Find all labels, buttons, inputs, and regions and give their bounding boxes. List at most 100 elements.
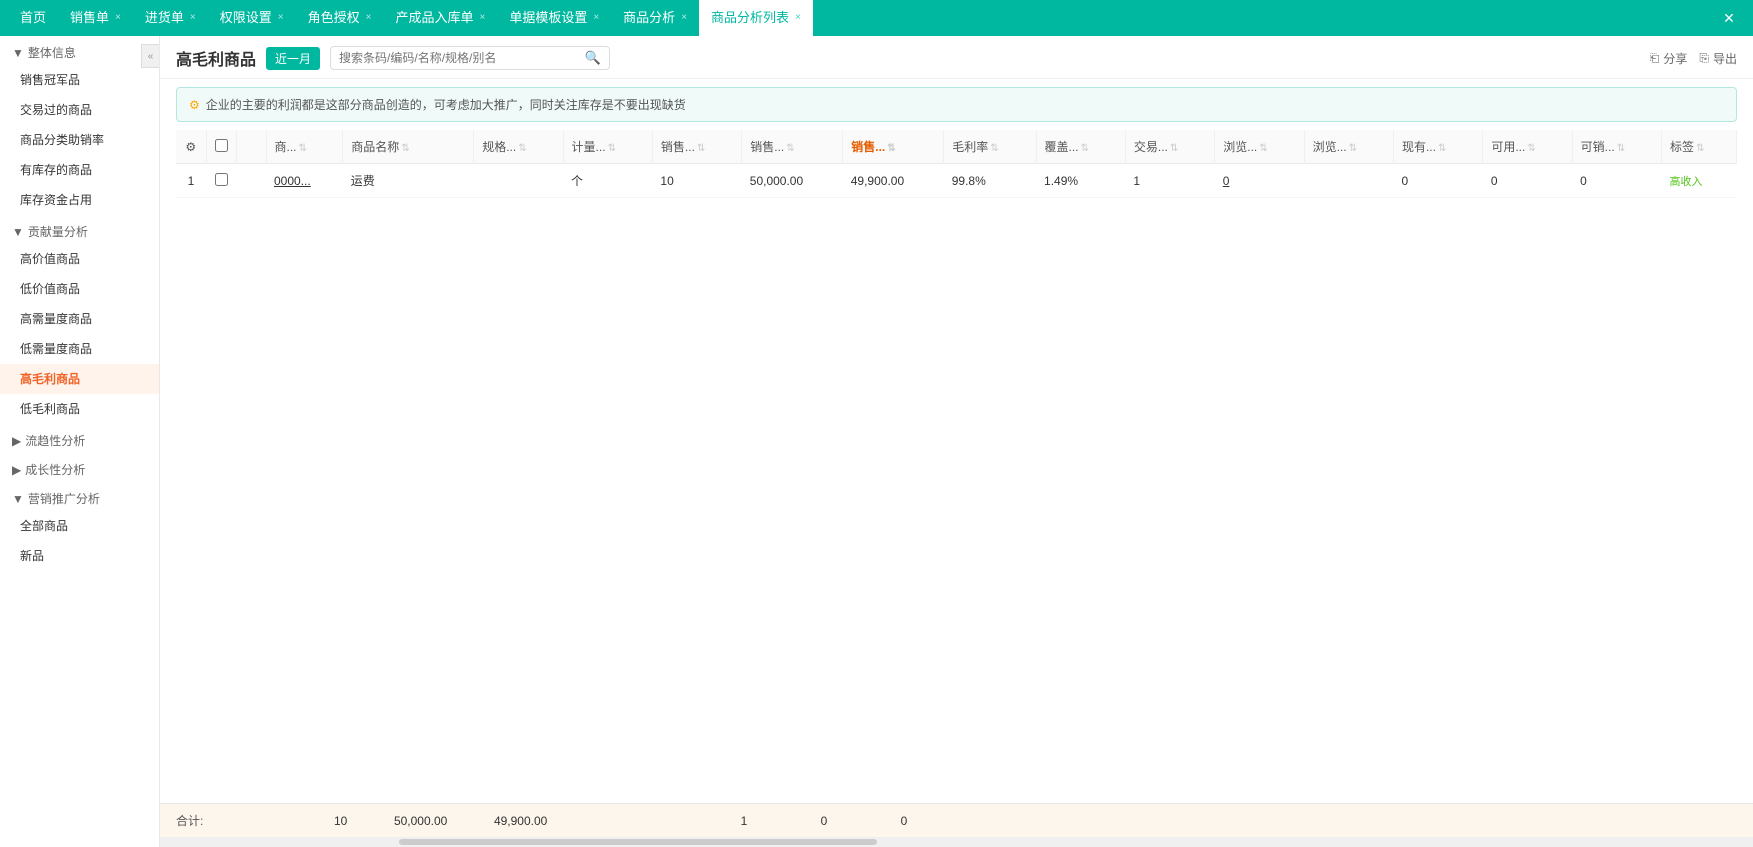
nav-role-permissions[interactable]: 角色授权 × — [296, 0, 384, 36]
sidebar-item-traded-products[interactable]: 交易过的商品 — [0, 95, 159, 125]
row-num: 1 — [176, 164, 206, 198]
export-button[interactable]: ⎘ 导出 — [1699, 50, 1737, 67]
nav-product-analysis[interactable]: 商品分析 × — [611, 0, 699, 36]
close-sales-order[interactable]: × — [115, 0, 121, 36]
table-header-row: ⚙ 商...⇅ 商品名称⇅ 规格...⇅ — [176, 130, 1737, 164]
code-col-header[interactable]: 商...⇅ — [266, 130, 343, 164]
search-input[interactable] — [339, 51, 585, 65]
sidebar-item-low-demand[interactable]: 低需量度商品 — [0, 334, 159, 364]
sort-icon-margin: ⇅ — [990, 143, 998, 154]
search-icon[interactable]: 🔍 — [585, 50, 601, 66]
saleable-col-header[interactable]: 可销...⇅ — [1572, 130, 1661, 164]
close-product-warehousing[interactable]: × — [479, 0, 485, 36]
sidebar-item-low-value[interactable]: 低价值商品 — [0, 274, 159, 304]
tag-col-header[interactable]: 标签⇅ — [1662, 130, 1737, 164]
sidebar-item-all-products[interactable]: 全部商品 — [0, 511, 159, 541]
close-product-analysis[interactable]: × — [681, 0, 687, 36]
close-product-analysis-list[interactable]: × — [795, 0, 801, 36]
sales-qty-col-header[interactable]: 销售...⇅ — [652, 130, 741, 164]
sidebar-item-product-analysis-rate[interactable]: 商品分类助销率 — [0, 125, 159, 155]
sidebar-group-overall[interactable]: ▼ 整体信息 — [0, 36, 159, 65]
share-button[interactable]: ⎗ 分享 — [1650, 50, 1688, 67]
row-checkbox — [206, 164, 236, 198]
row-sales-amount: 50,000.00 — [742, 164, 843, 198]
sort-icon: ⇅ — [299, 143, 307, 154]
sidebar-group-growth-analysis[interactable]: ▶ 成长性分析 — [0, 453, 159, 482]
row-code[interactable]: 0000... — [266, 164, 343, 198]
window-close-button[interactable]: ✕ — [1713, 0, 1745, 36]
sales-profit-col-header[interactable]: 销售...⇅ — [843, 130, 944, 164]
settings-col-header[interactable]: ⚙ — [176, 130, 206, 164]
sidebar-group-trend-analysis[interactable]: ▶ 流趋性分析 — [0, 424, 159, 453]
sales-amount-col-header[interactable]: 销售...⇅ — [742, 130, 843, 164]
nav-permission-settings[interactable]: 权限设置 × — [208, 0, 296, 36]
close-permission-settings[interactable]: × — [278, 0, 284, 36]
sidebar-item-low-margin[interactable]: 低毛利商品 — [0, 394, 159, 424]
sidebar-item-sales-ranking[interactable]: 销售冠军品 — [0, 65, 159, 95]
num-col-header — [236, 130, 266, 164]
available-col-header[interactable]: 可用...⇅ — [1483, 130, 1572, 164]
name-col-header[interactable]: 商品名称⇅ — [343, 130, 474, 164]
nav-home[interactable]: 首页 — [8, 0, 58, 36]
chevron-down-icon: ▼ — [12, 46, 24, 60]
sort-icon-profit: ⇅ — [887, 143, 895, 154]
current-stock-col-header[interactable]: 现有...⇅ — [1393, 130, 1482, 164]
row-sales-qty: 10 — [652, 164, 741, 198]
sort-icon-qty: ⇅ — [697, 143, 705, 154]
close-purchase-order[interactable]: × — [190, 0, 196, 36]
row-select-checkbox[interactable] — [215, 173, 228, 186]
row-coverage: 1.49% — [1036, 164, 1125, 198]
sort-icon-views1: ⇅ — [1259, 143, 1267, 154]
select-all-checkbox[interactable] — [215, 139, 228, 152]
transactions-col-header[interactable]: 交易...⇅ — [1125, 130, 1214, 164]
footer-label: 合计: — [176, 812, 203, 829]
sidebar-item-new-products[interactable]: 新品 — [0, 541, 159, 571]
spec-col-header[interactable]: 规格...⇅ — [474, 130, 563, 164]
sidebar-group-marketing-analysis[interactable]: ▼ 营销推广分析 — [0, 482, 159, 511]
search-box: 🔍 — [330, 46, 610, 70]
table-row: 1 0000... 运费 个 10 50,000.00 49,900.00 99… — [176, 164, 1737, 198]
margin-rate-col-header[interactable]: 毛利率⇅ — [944, 130, 1036, 164]
nav-template-settings[interactable]: 单据模板设置 × — [497, 0, 611, 36]
row-views1[interactable]: 0 — [1215, 164, 1304, 198]
close-role-permissions[interactable]: × — [366, 0, 372, 36]
sort-icon-coverage: ⇅ — [1081, 143, 1089, 154]
scrollbar-thumb[interactable] — [399, 839, 877, 845]
row-transactions: 1 — [1125, 164, 1214, 198]
chevron-down-icon-2: ▼ — [12, 225, 24, 239]
chevron-down-icon-3: ▼ — [12, 492, 24, 506]
close-template-settings[interactable]: × — [593, 0, 599, 36]
share-icon: ⎗ — [1650, 51, 1660, 66]
nav-product-analysis-list[interactable]: 商品分析列表 × — [699, 0, 813, 36]
footer-sales-profit: 49,900.00 — [463, 814, 563, 828]
sidebar-item-stocked-products[interactable]: 有库存的商品 — [0, 155, 159, 185]
page-title: 高毛利商品 — [176, 46, 256, 70]
sort-icon-saleable: ⇅ — [1617, 143, 1625, 154]
footer-sales-amount: 50,000.00 — [363, 814, 463, 828]
export-icon: ⎘ — [1699, 51, 1709, 66]
unit-col-header[interactable]: 计量...⇅ — [563, 130, 652, 164]
nav-sales-order[interactable]: 销售单 × — [58, 0, 133, 36]
sidebar-item-high-value[interactable]: 高价值商品 — [0, 244, 159, 274]
sidebar-collapse-button[interactable]: « — [141, 44, 159, 68]
product-table: ⚙ 商...⇅ 商品名称⇅ 规格...⇅ — [176, 130, 1737, 198]
coverage-col-header[interactable]: 覆盖...⇅ — [1036, 130, 1125, 164]
chevron-right-icon: ▶ — [12, 434, 21, 448]
sort-icon-name: ⇅ — [401, 143, 409, 154]
nav-product-warehousing[interactable]: 产成品入库单 × — [383, 0, 497, 36]
footer-current-stock: 0 — [763, 814, 843, 828]
sidebar-group-wealth-analysis[interactable]: ▼ 贡献量分析 — [0, 215, 159, 244]
period-button[interactable]: 近一月 — [266, 47, 320, 70]
row-unit: 个 — [563, 164, 652, 198]
horizontal-scrollbar[interactable] — [160, 837, 1753, 847]
sidebar-item-high-margin[interactable]: 高毛利商品 — [0, 364, 159, 394]
info-banner: ⚙ 企业的主要的利润都是这部分商品创造的，可考虑加大推广，同时关注库存是不要出现… — [176, 87, 1737, 122]
nav-purchase-order[interactable]: 进货单 × — [133, 0, 208, 36]
sort-icon-unit: ⇅ — [608, 143, 616, 154]
header-actions: ⎗ 分享 ⎘ 导出 — [1650, 50, 1737, 67]
views2-col-header[interactable]: 浏览...⇅ — [1304, 130, 1393, 164]
views1-col-header[interactable]: 浏览...⇅ — [1215, 130, 1304, 164]
sidebar-item-high-demand[interactable]: 高需量度商品 — [0, 304, 159, 334]
sidebar: « ▼ 整体信息 销售冠军品 交易过的商品 商品分类助销率 有库存的商品 库存资… — [0, 36, 160, 847]
sidebar-item-inventory-capital[interactable]: 库存资金占用 — [0, 185, 159, 215]
